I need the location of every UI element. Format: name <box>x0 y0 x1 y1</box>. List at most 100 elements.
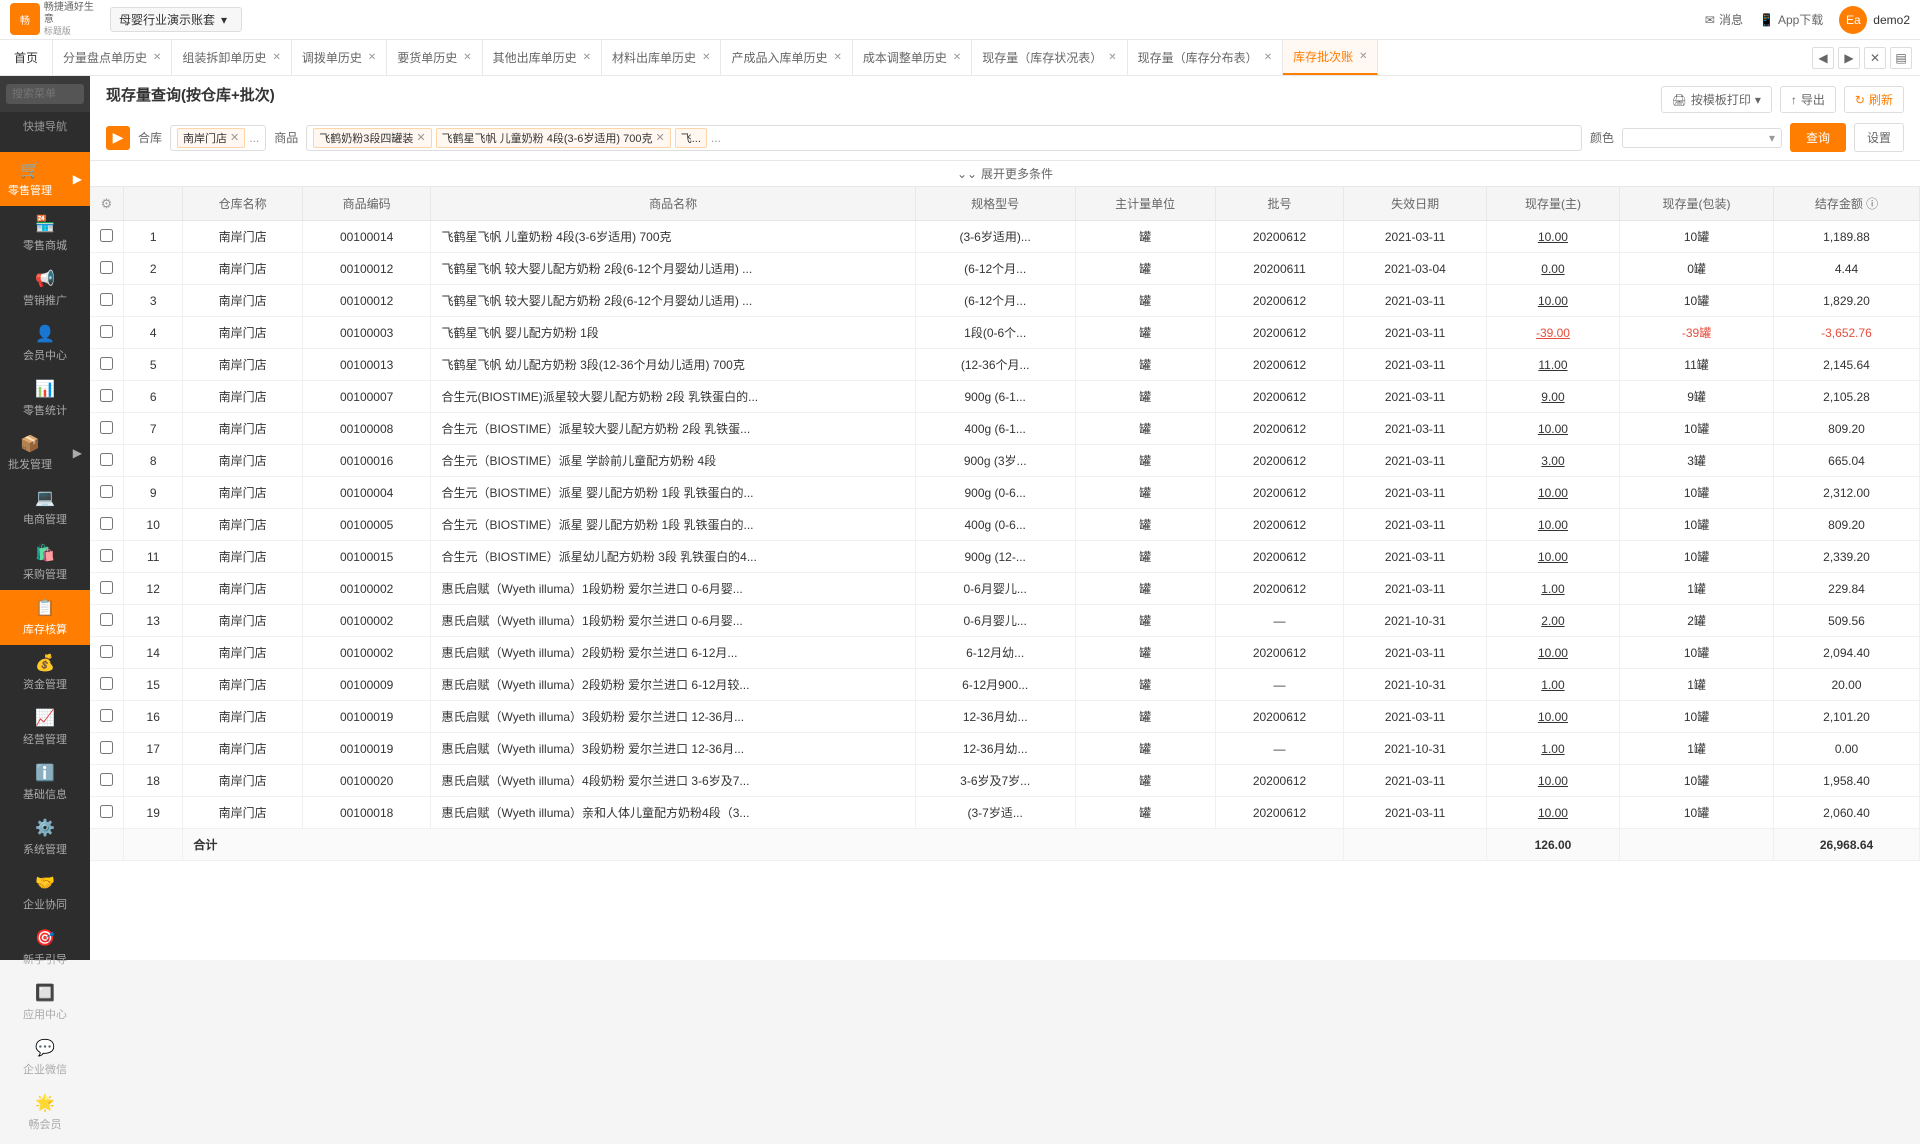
row-checkbox[interactable] <box>100 485 113 498</box>
row-qty-main[interactable]: 10.00 <box>1486 477 1619 509</box>
row-qty-main[interactable]: 2.00 <box>1486 605 1619 637</box>
tab-5[interactable]: 其他出库单历史 ✕ <box>483 40 602 75</box>
sidebar-item-app-center[interactable]: 🔲 应用中心 <box>0 975 90 1030</box>
sidebar-item-purchase[interactable]: 🛍️ 采购管理 <box>0 535 90 590</box>
refresh-button[interactable]: ↻ 刷新 <box>1844 86 1904 113</box>
app-download-button[interactable]: 📱 App下载 <box>1759 11 1823 28</box>
row-checkbox[interactable] <box>100 421 113 434</box>
row-qty-main[interactable]: 1.00 <box>1486 733 1619 765</box>
sidebar-item-inventory[interactable]: 📋 库存核算 <box>0 590 90 645</box>
row-checkbox[interactable] <box>100 357 113 370</box>
row-qty-main[interactable]: 10.00 <box>1486 413 1619 445</box>
row-qty-main[interactable]: 10.00 <box>1486 797 1619 829</box>
product-tag-2-close[interactable]: ✕ <box>655 131 664 144</box>
sidebar-item-operations[interactable]: 📈 经营管理 <box>0 700 90 755</box>
tabs-menu-btn[interactable]: ▤ <box>1890 47 1912 69</box>
tab-9[interactable]: 现存量（库存状况表） ✕ <box>972 40 1127 75</box>
row-checkbox[interactable] <box>100 517 113 530</box>
row-qty-main[interactable]: 11.00 <box>1486 349 1619 381</box>
tab-close-1[interactable]: ✕ <box>153 52 161 63</box>
row-settings[interactable] <box>90 413 124 445</box>
row-qty-main[interactable]: 1.00 <box>1486 669 1619 701</box>
row-checkbox[interactable] <box>100 325 113 338</box>
user-area[interactable]: Ea demo2 <box>1839 6 1910 34</box>
row-settings[interactable] <box>90 765 124 797</box>
row-checkbox[interactable] <box>100 805 113 818</box>
sidebar-item-finance[interactable]: 💰 资金管理 <box>0 645 90 700</box>
sidebar-item-retail-mgmt[interactable]: 🛒 零售管理 ▶ <box>0 152 90 206</box>
tabs-close-btn[interactable]: ✕ <box>1864 47 1886 69</box>
sidebar-item-retail-shop[interactable]: 🏪 零售商城 <box>0 206 90 261</box>
tab-6[interactable]: 材料出库单历史 ✕ <box>602 40 721 75</box>
row-settings[interactable] <box>90 797 124 829</box>
filter-expand-button[interactable]: ▶ <box>106 126 130 150</box>
tab-close-9[interactable]: ✕ <box>1108 52 1116 63</box>
warehouse-more[interactable]: ... <box>249 131 259 145</box>
row-checkbox[interactable] <box>100 581 113 594</box>
row-settings[interactable] <box>90 445 124 477</box>
tab-close-4[interactable]: ✕ <box>463 52 471 63</box>
row-settings[interactable] <box>90 221 124 253</box>
col-settings-header[interactable]: ⚙ <box>90 187 124 221</box>
tab-home[interactable]: 首页 <box>0 40 53 75</box>
sidebar-item-wechat[interactable]: 💬 企业微信 <box>0 1030 90 1085</box>
expand-more-button[interactable]: ⌄⌄ 展开更多条件 <box>957 165 1053 182</box>
sidebar-item-enterprise[interactable]: 🤝 企业协同 <box>0 865 90 920</box>
sidebar-item-member[interactable]: 👤 会员中心 <box>0 316 90 371</box>
row-checkbox[interactable] <box>100 773 113 786</box>
tab-close-7[interactable]: ✕ <box>833 52 841 63</box>
tab-close-6[interactable]: ✕ <box>702 52 710 63</box>
row-qty-main[interactable]: 10.00 <box>1486 637 1619 669</box>
tab-8[interactable]: 成本调整单历史 ✕ <box>853 40 972 75</box>
row-settings[interactable] <box>90 573 124 605</box>
search-input[interactable] <box>6 84 84 104</box>
export-button[interactable]: ↑ 导出 <box>1780 86 1836 113</box>
row-qty-main[interactable]: 0.00 <box>1486 253 1619 285</box>
row-checkbox[interactable] <box>100 645 113 658</box>
row-checkbox[interactable] <box>100 677 113 690</box>
row-qty-main[interactable]: 10.00 <box>1486 509 1619 541</box>
tab-close-5[interactable]: ✕ <box>583 52 591 63</box>
query-button[interactable]: 查询 <box>1790 123 1846 152</box>
row-qty-main[interactable]: 10.00 <box>1486 765 1619 797</box>
row-settings[interactable] <box>90 317 124 349</box>
row-qty-main[interactable]: -39.00 <box>1486 317 1619 349</box>
message-button[interactable]: ✉ 消息 <box>1705 11 1743 28</box>
row-qty-main[interactable]: 9.00 <box>1486 381 1619 413</box>
sidebar-item-vip[interactable]: 🌟 畅会员 <box>0 1085 90 1140</box>
sidebar-item-system[interactable]: ⚙️ 系统管理 <box>0 810 90 865</box>
tab-1[interactable]: 分量盘点单历史 ✕ <box>53 40 172 75</box>
row-settings[interactable] <box>90 509 124 541</box>
tab-11[interactable]: 库存批次账 ✕ <box>1283 40 1378 75</box>
row-settings[interactable] <box>90 381 124 413</box>
tab-7[interactable]: 产成品入库单历史 ✕ <box>721 40 852 75</box>
row-checkbox[interactable] <box>100 709 113 722</box>
tab-close-8[interactable]: ✕ <box>953 52 961 63</box>
row-checkbox[interactable] <box>100 229 113 242</box>
row-checkbox[interactable] <box>100 741 113 754</box>
warehouse-tag-close[interactable]: ✕ <box>230 131 239 144</box>
row-qty-main[interactable]: 10.00 <box>1486 221 1619 253</box>
row-qty-main[interactable]: 10.00 <box>1486 541 1619 573</box>
row-checkbox[interactable] <box>100 293 113 306</box>
sidebar-item-basic-info[interactable]: ℹ️ 基础信息 <box>0 755 90 810</box>
tabs-next-btn[interactable]: ▶ <box>1838 47 1860 69</box>
row-checkbox[interactable] <box>100 261 113 274</box>
tab-10[interactable]: 现存量（库存分布表） ✕ <box>1128 40 1283 75</box>
row-settings[interactable] <box>90 733 124 765</box>
row-settings[interactable] <box>90 477 124 509</box>
quick-nav[interactable]: 快捷导航 <box>0 112 90 140</box>
settings-button[interactable]: 设置 <box>1854 123 1904 152</box>
tabs-prev-btn[interactable]: ◀ <box>1812 47 1834 69</box>
row-qty-main[interactable]: 10.00 <box>1486 285 1619 317</box>
tab-close-10[interactable]: ✕ <box>1264 52 1272 63</box>
row-settings[interactable] <box>90 669 124 701</box>
row-checkbox[interactable] <box>100 389 113 402</box>
row-settings[interactable] <box>90 701 124 733</box>
row-settings[interactable] <box>90 285 124 317</box>
row-settings[interactable] <box>90 253 124 285</box>
sidebar-item-retail-stats[interactable]: 📊 零售统计 <box>0 371 90 426</box>
sidebar-item-guide[interactable]: 🎯 新手引导 <box>0 920 90 975</box>
tab-close-3[interactable]: ✕ <box>368 52 376 63</box>
tab-2[interactable]: 组装拆卸单历史 ✕ <box>172 40 291 75</box>
